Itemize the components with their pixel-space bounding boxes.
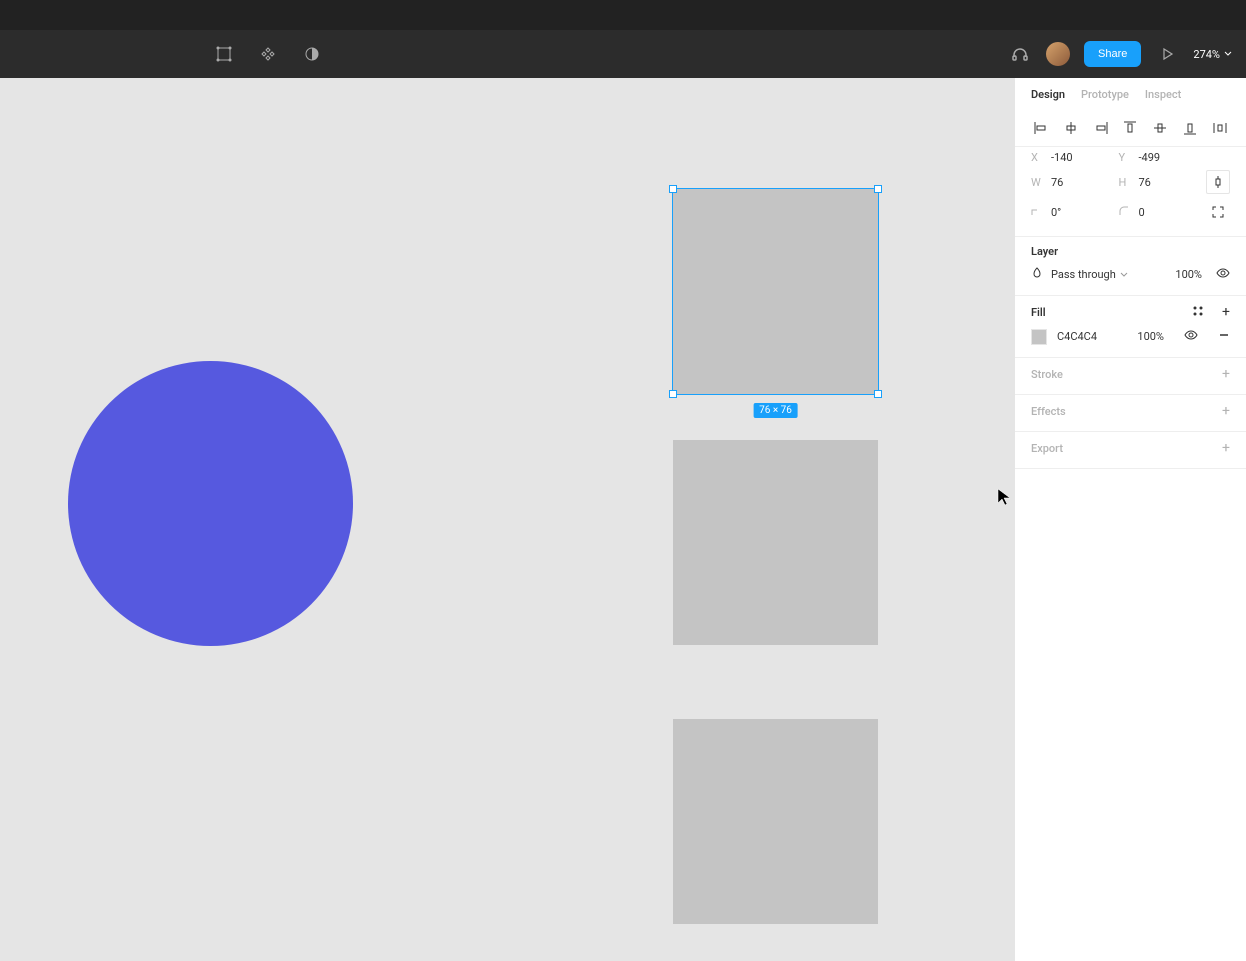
canvas-rect-selected[interactable]: 76 × 76	[673, 189, 878, 394]
stroke-title: Stroke	[1031, 368, 1063, 381]
export-section: Export +	[1015, 432, 1246, 469]
zoom-dropdown[interactable]: 274%	[1193, 48, 1232, 61]
blend-icon	[1031, 267, 1043, 282]
layer-opacity[interactable]: 100%	[1175, 268, 1202, 281]
fill-hex[interactable]: C4C4C4	[1057, 330, 1097, 343]
stroke-section: Stroke +	[1015, 358, 1246, 395]
export-title: Export	[1031, 442, 1063, 455]
add-effect-button[interactable]: +	[1222, 403, 1230, 419]
play-icon[interactable]	[1155, 42, 1179, 66]
constrain-proportions-button[interactable]	[1206, 170, 1230, 194]
transform-section: X-140 Y-499 W76 H76 0° 0	[1015, 147, 1246, 237]
blend-mode-dropdown[interactable]: Pass through	[1051, 268, 1167, 281]
fill-swatch[interactable]	[1031, 329, 1047, 345]
add-fill-button[interactable]: +	[1222, 304, 1230, 320]
style-picker-icon[interactable]	[1192, 305, 1204, 320]
canvas-rect[interactable]	[673, 440, 878, 645]
canvas-rect[interactable]	[673, 719, 878, 924]
fill-section: Fill + C4C4C4 100%	[1015, 296, 1246, 358]
align-bottom-icon[interactable]	[1180, 118, 1200, 138]
dimension-badge: 76 × 76	[753, 403, 798, 418]
independent-corners-button[interactable]	[1206, 200, 1230, 224]
components-icon[interactable]	[256, 42, 280, 66]
resize-handle-tr[interactable]	[874, 185, 882, 193]
fill-title: Fill	[1031, 306, 1046, 319]
resize-handle-tl[interactable]	[669, 185, 677, 193]
distribute-icon[interactable]	[1210, 118, 1230, 138]
selection-outline: 76 × 76	[672, 188, 879, 395]
macos-titlebar	[0, 0, 1246, 30]
add-stroke-button[interactable]: +	[1222, 366, 1230, 382]
headphones-icon[interactable]	[1008, 42, 1032, 66]
frame-tool-icon[interactable]	[212, 42, 236, 66]
add-export-button[interactable]: +	[1222, 440, 1230, 456]
effects-section: Effects +	[1015, 395, 1246, 432]
align-vcenter-icon[interactable]	[1150, 118, 1170, 138]
align-left-icon[interactable]	[1031, 118, 1051, 138]
mask-icon[interactable]	[300, 42, 324, 66]
remove-fill-button[interactable]	[1218, 329, 1230, 344]
tab-inspect[interactable]: Inspect	[1145, 88, 1181, 101]
align-right-icon[interactable]	[1091, 118, 1111, 138]
cursor-icon	[997, 488, 1011, 509]
h-field[interactable]: H76	[1119, 170, 1199, 194]
radius-field[interactable]: 0	[1119, 200, 1199, 224]
x-field[interactable]: X-140	[1031, 151, 1111, 164]
chevron-down-icon	[1120, 271, 1128, 279]
toolbar: Share 274%	[0, 30, 1246, 78]
rotation-field[interactable]: 0°	[1031, 200, 1111, 224]
fill-visibility-icon[interactable]	[1184, 328, 1198, 345]
share-button[interactable]: Share	[1084, 41, 1141, 67]
w-field[interactable]: W76	[1031, 170, 1111, 194]
visibility-icon[interactable]	[1216, 266, 1230, 283]
zoom-value: 274%	[1193, 48, 1220, 61]
canvas[interactable]: 76 × 76	[0, 78, 1014, 961]
tab-prototype[interactable]: Prototype	[1081, 88, 1129, 101]
layer-section: Layer Pass through 100%	[1015, 237, 1246, 296]
canvas-ellipse[interactable]	[68, 361, 353, 646]
y-field[interactable]: Y-499	[1119, 151, 1199, 164]
panel-tabs: Design Prototype Inspect	[1015, 78, 1246, 110]
chevron-down-icon	[1224, 50, 1232, 58]
align-hcenter-icon[interactable]	[1061, 118, 1081, 138]
effects-title: Effects	[1031, 405, 1066, 418]
resize-handle-br[interactable]	[874, 390, 882, 398]
avatar[interactable]	[1046, 42, 1070, 66]
alignment-row	[1015, 110, 1246, 147]
align-top-icon[interactable]	[1120, 118, 1140, 138]
tab-design[interactable]: Design	[1031, 88, 1065, 101]
layer-title: Layer	[1031, 245, 1058, 258]
fill-opacity[interactable]: 100%	[1137, 330, 1164, 343]
properties-panel: Design Prototype Inspect X-140 Y-499 W76…	[1014, 78, 1246, 961]
resize-handle-bl[interactable]	[669, 390, 677, 398]
